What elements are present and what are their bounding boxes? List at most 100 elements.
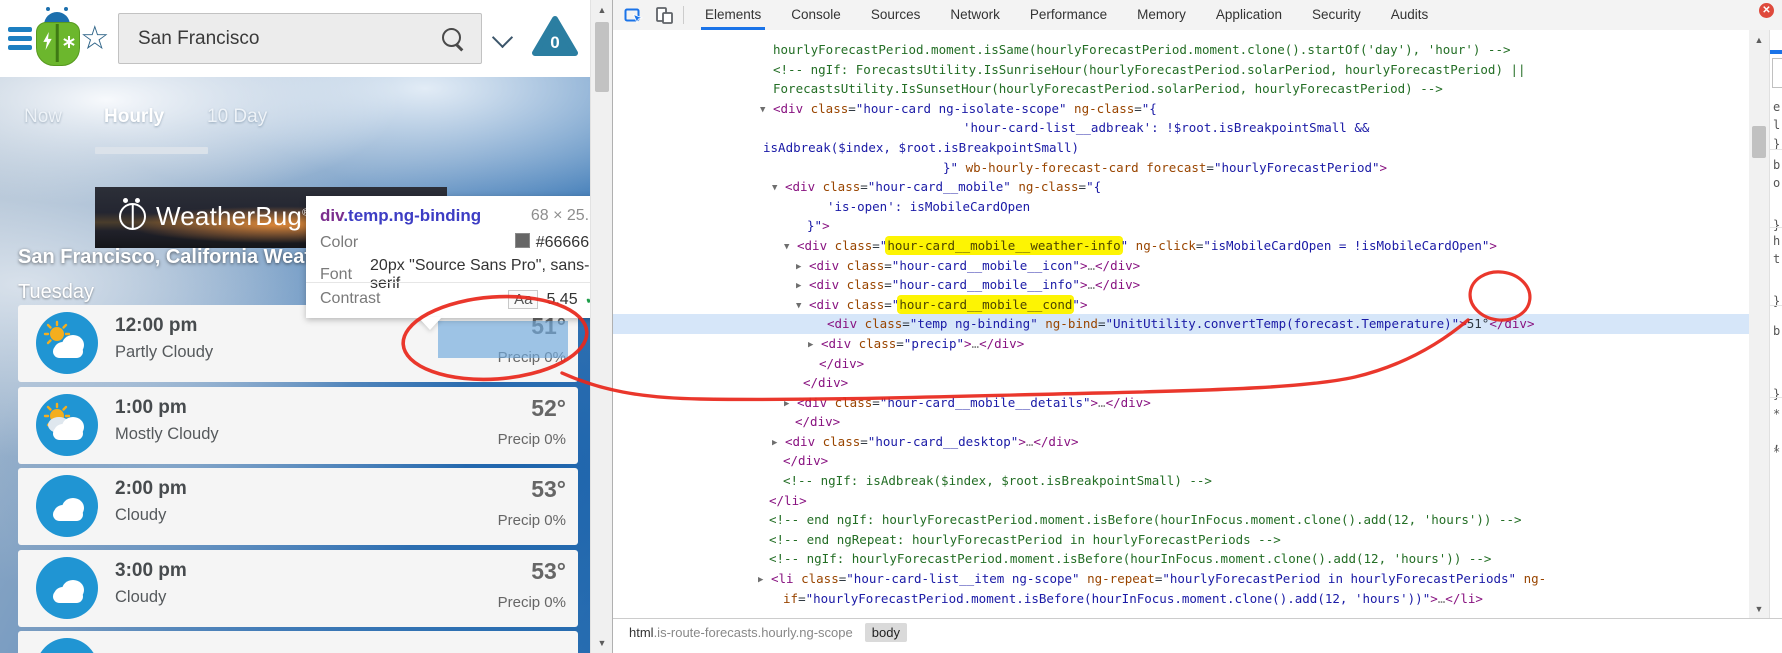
styles-pane-sliver: e l} b o} h t} b} *, * [1769,30,1782,618]
tooltip-contrast-value: Aa5.45✓ [508,289,590,309]
dom-node-line[interactable]: </div> [613,354,1749,374]
page-scrollbar[interactable]: ▲ ▼ [590,0,614,653]
dom-node-line[interactable]: ▶ <div class="hour-card__mobile__details"… [613,393,1749,413]
dom-node-line[interactable]: <!-- ngIf: ForecastsUtility.IsSunriseHou… [613,60,1749,80]
elements-breadcrumb-bar: html.is-route-forecasts.hourly.ng-scope … [613,618,1782,645]
dom-node-line[interactable]: <!-- ngIf: hourlyForecastPeriod.moment.i… [613,549,1749,569]
hamburger-menu-icon[interactable] [8,27,34,53]
tab-network[interactable]: Network [950,0,1000,30]
mostly-cloudy-icon [36,393,98,456]
scroll-down-icon[interactable]: ▼ [591,638,613,648]
tab-application[interactable]: Application [1216,0,1282,30]
alert-count: 0 [550,33,559,52]
partly-cloudy-icon [36,312,98,374]
dom-node-line[interactable]: 'is-open': isMobileCardOpen [613,197,1749,217]
tab-performance[interactable]: Performance [1030,0,1107,30]
clipped-style-text: b [1773,324,1781,338]
dom-node-line[interactable]: 'hour-card-list__adbreak': !$root.isBrea… [613,118,1749,138]
dom-node-line[interactable]: if="hourlyForecastPeriod.moment.isBefore… [613,589,1749,609]
search-icon[interactable] [442,28,461,47]
clipped-style-text: o [1773,176,1781,190]
clipped-style-text: * [1773,407,1781,421]
tab-hourly[interactable]: Hourly [104,106,164,128]
dom-node-line[interactable]: </div> [613,412,1749,432]
ad-brand-text: WeatherBug® [156,201,309,231]
style-rule-divider [1770,149,1782,150]
tab-now[interactable]: Now [24,106,62,128]
tooltip-selector: div.temp.ng-binding [320,206,482,225]
hour-condition: Partly Cloudy [115,343,214,361]
tab-memory[interactable]: Memory [1137,0,1186,30]
ladybug-icon [119,198,146,230]
clipped-style-text: b [1773,158,1781,172]
tab-console[interactable]: Console [791,0,841,30]
dom-node-line[interactable]: ▼ <div class="hour-card__mobile__weather-… [613,236,1749,256]
devtools-panel: Elements Console Sources Network Performance… [612,0,1782,653]
hour-card[interactable]: 1:00 pm Mostly Cloudy 52° Precip 0% [18,386,578,464]
day-label: Tuesday [18,281,94,303]
dom-node-line[interactable]: ▶ <li class="hour-card-list__item ng-scop… [613,569,1749,589]
dom-node-line[interactable]: }" wb-hourly-forecast-card forecast="hou… [613,158,1749,178]
favorite-star-icon[interactable]: ☆ [80,18,110,58]
selected-dom-node[interactable]: <div class="temp ng-binding" ng-bind="Un… [613,314,1749,334]
clipped-style-text: t [1773,252,1781,266]
hour-precip: Precip 0% [497,430,566,448]
tab-10day[interactable]: 10 Day [207,106,267,128]
dom-node-line[interactable]: <!-- end ngRepeat: hourlyForecastPeriod … [613,530,1749,550]
search-input[interactable] [136,14,440,63]
clipped-style-text: } [1773,387,1781,401]
hour-condition: Mostly Cloudy [115,424,219,443]
devtools-tabbar: Elements Console Sources Network Performance… [613,0,1782,31]
scroll-up-icon[interactable]: ▲ [1749,35,1769,45]
dom-node-line[interactable]: ▶ <div class="precip">…</div> [613,334,1749,354]
weatherbug-logo-icon[interactable] [34,7,80,66]
dom-node-line[interactable]: </li> [613,491,1749,511]
alert-triangle-icon[interactable]: 0 [531,14,579,58]
breadcrumb-html[interactable]: html.is-route-forecasts.hourly.ng-scope [629,625,853,640]
devtools-scrollbar[interactable]: ▲ ▼ [1749,30,1769,618]
dom-node-line[interactable]: <!-- end ngIf: hourlyForecastPeriod.mome… [613,510,1749,530]
style-rule-divider [1770,227,1782,228]
dom-node-line[interactable]: ▶ <div class="hour-card__desktop">…</div> [613,432,1749,452]
dom-node-line[interactable]: </div> [613,373,1749,393]
dom-node-line[interactable]: <!-- ngIf: isAdbreak($index, $root.isBre… [613,471,1749,491]
dom-node-line[interactable]: </div> [613,451,1749,471]
inspect-element-icon[interactable] [622,4,644,26]
chevron-down-icon[interactable] [491,26,514,49]
hour-card[interactable]: 2:00 pm Cloudy 53° Precip 0% [18,468,578,546]
tab-security[interactable]: Security [1312,0,1361,30]
dom-node-line[interactable]: ▼ <div class="hour-card ng-isolate-scope"… [613,99,1749,119]
dom-node-line[interactable]: ▼ <div class="hour-card__mobile__cond"> [613,295,1749,315]
tab-audits[interactable]: Audits [1391,0,1429,30]
hour-time: 2:00 pm [115,478,187,500]
hour-temp: 53° [531,476,566,503]
hour-temp: 53° [531,557,566,584]
app-header: ☆ 0 [0,0,590,77]
breadcrumb-body[interactable]: body [864,622,907,642]
scroll-up-icon[interactable]: ▲ [591,5,613,15]
dom-node-line[interactable]: ▶ <div class="hour-card__mobile__icon">…<… [613,256,1749,276]
dom-node-line[interactable]: hourlyForecastPeriod.moment.isSame(hourl… [613,40,1749,60]
scroll-down-icon[interactable]: ▼ [1749,604,1769,614]
device-toolbar-icon[interactable] [653,4,675,26]
hour-card[interactable] [18,631,578,653]
tooltip-color-label: Color [320,233,359,251]
sky-background: Now Hourly 10 Day WeatherBug® San Franci… [0,77,590,653]
dom-node-line[interactable]: isAdbreak($index, $root.isBreakpointSmal… [613,138,1749,158]
dom-node-line[interactable]: ▼ <div class="hour-card__mobile" ng-class… [613,177,1749,197]
tab-elements[interactable]: Elements [700,0,766,30]
tooltip-color-value: #666666 [514,233,590,252]
error-badge[interactable]: ✕ [1759,3,1774,18]
cloudy-icon [36,475,98,538]
tab-sources[interactable]: Sources [871,0,921,30]
unknown-icon [36,638,98,653]
dom-node-line[interactable]: ▶ <div class="hour-card__mobile__info">…<… [613,275,1749,295]
contrast-aa-chip: Aa [508,290,539,309]
tooltip-dimensions: 68 × 25.6 [530,207,590,224]
hour-card[interactable]: 3:00 pm Cloudy 53° Precip 0% [18,549,578,627]
dom-node-line[interactable]: ForecastsUtility.IsSunsetHour(hourlyFore… [613,79,1749,99]
hour-temp: 52° [531,394,566,421]
dom-node-line[interactable]: }"> [613,216,1749,236]
page-scrollbar-thumb[interactable] [595,22,609,92]
devtools-scrollbar-thumb[interactable] [1752,126,1766,158]
